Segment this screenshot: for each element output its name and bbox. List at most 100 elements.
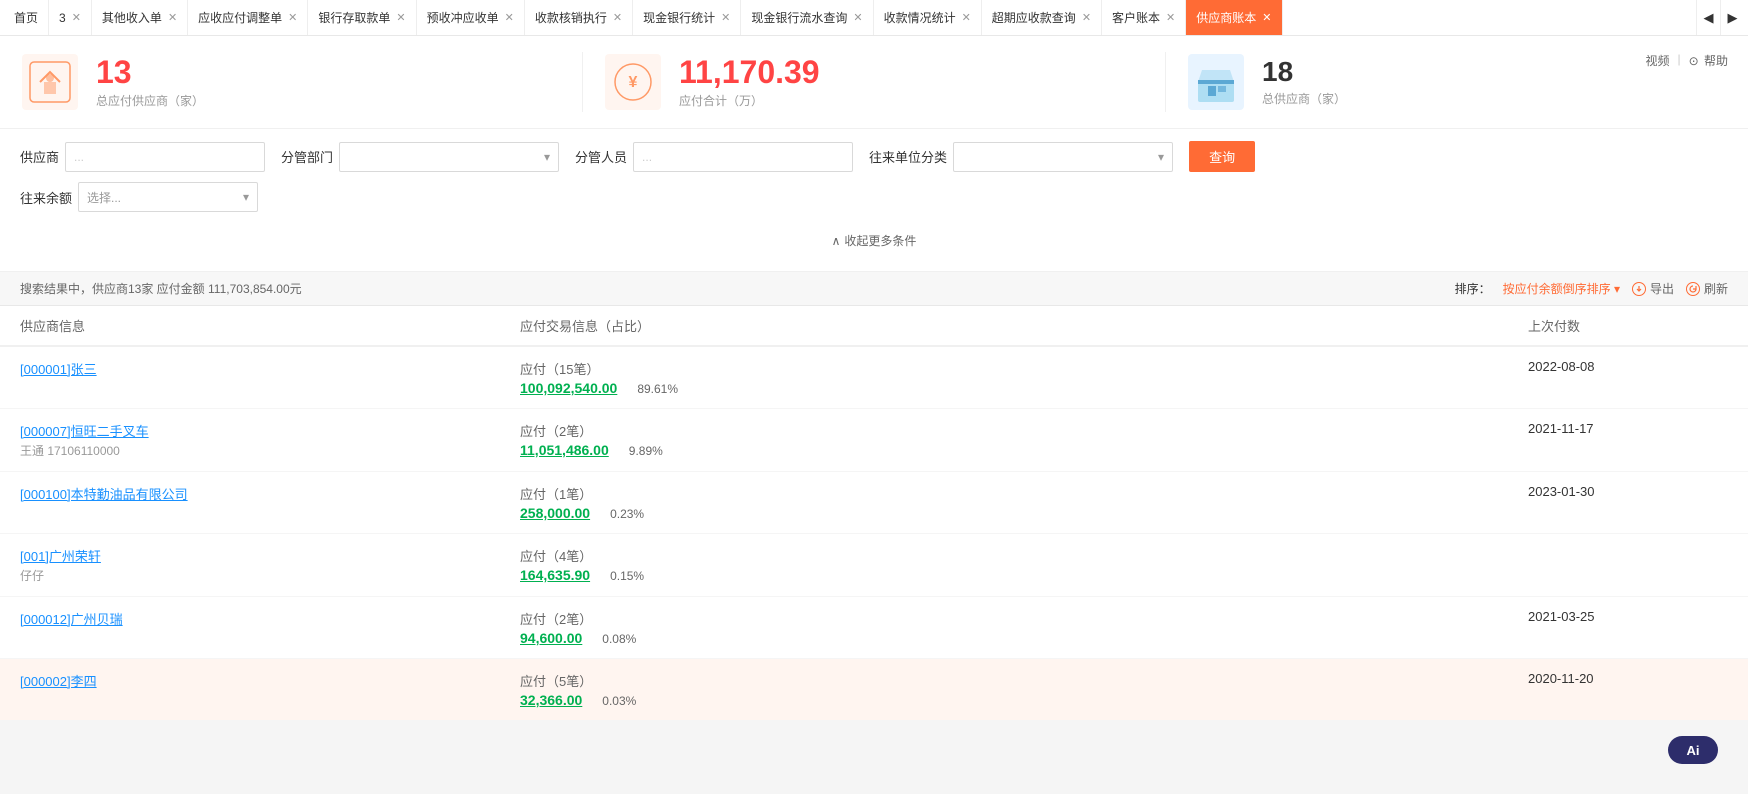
lastpay-cell-1: 2021-11-17: [1528, 421, 1728, 436]
transaction-cell-1: 应付（2笔） 11,051,486.00 9.89%: [520, 421, 1528, 458]
transaction-cell-5: 应付（5笔） 32,366.00 0.03%: [520, 671, 1528, 708]
table-row: [000002]李四 应付（5笔） 32,366.00 0.03% 2020-1…: [0, 659, 1748, 721]
tx-label-5: 应付（5笔）: [520, 671, 1528, 690]
tx-row-1: 11,051,486.00 9.89%: [520, 440, 1528, 458]
nav-tab-other-income[interactable]: 其他收入单 ✕: [92, 0, 188, 36]
payable-amount-value: 11,170.39: [679, 56, 820, 88]
nav-tab-home[interactable]: 首页: [4, 0, 49, 36]
close-tab-3[interactable]: ✕: [72, 11, 81, 24]
category-select[interactable]: ▾: [953, 142, 1173, 172]
nav-tab-supplier-ledger[interactable]: 供应商账本 ✕: [1186, 0, 1282, 36]
help-links: 视频 | ⊙ 帮助: [1645, 52, 1728, 69]
balance-select[interactable]: 选择... ▾: [78, 182, 258, 212]
tx-amount-5[interactable]: 32,366.00: [520, 692, 582, 708]
category-arrow-icon: ▾: [1158, 150, 1164, 164]
dept-label: 分管部门: [281, 147, 333, 166]
tx-percent-2: 0.23%: [610, 507, 644, 521]
transaction-cell-2: 应付（1笔） 258,000.00 0.23%: [520, 484, 1528, 521]
supplier-cell-0: [000001]张三: [20, 359, 520, 378]
stat-payable-suppliers: 13 总应付供应商（家）: [20, 52, 562, 112]
nav-tab-overdue[interactable]: 超期应收款查询 ✕: [982, 0, 1102, 36]
supplier-sub-1: 王通 17106110000: [20, 442, 520, 459]
filter-row-1: 供应商 ... 分管部门 ▾ 分管人员 ... 往来单位分类 ▾: [20, 141, 1728, 172]
nav-tab-bank[interactable]: 银行存取款单 ✕: [308, 0, 416, 36]
nav-tab-pre-recv[interactable]: 预收冲应收单 ✕: [417, 0, 525, 36]
data-table: 供应商信息 应付交易信息（占比） 上次付数 [000001]张三 应付（15笔）…: [0, 306, 1748, 721]
ai-badge[interactable]: Ai: [1668, 736, 1718, 764]
supplier-input[interactable]: ...: [65, 142, 265, 172]
close-tab-cash-flow[interactable]: ✕: [853, 11, 862, 24]
tx-row-0: 100,092,540.00 89.61%: [520, 378, 1528, 396]
tx-percent-3: 0.15%: [610, 569, 644, 583]
category-filter: 往来单位分类 ▾: [869, 142, 1173, 172]
lastpay-date-4: 2021-03-25: [1528, 609, 1595, 624]
supplier-link-5[interactable]: [000002]李四: [20, 671, 520, 690]
supplier-link-3[interactable]: [001]广州荣轩: [20, 546, 520, 565]
result-summary: 搜索结果中，供应商13家 应付金额 111,703,854.00元: [20, 280, 302, 297]
close-tab-recv-stat[interactable]: ✕: [962, 11, 971, 24]
header-supplier: 供应商信息: [20, 316, 520, 335]
close-tab-ar-ap[interactable]: ✕: [288, 11, 297, 24]
category-label: 往来单位分类: [869, 147, 947, 166]
nav-tab-cash-flow[interactable]: 现金银行流水查询 ✕: [741, 0, 873, 36]
lastpay-date-0: 2022-08-08: [1528, 359, 1595, 374]
close-tab-recv-verify[interactable]: ✕: [613, 11, 622, 24]
top-navigation: 首页 3 ✕ 其他收入单 ✕ 应收应付调整单 ✕ 银行存取款单 ✕ 预收冲应收单…: [0, 0, 1748, 36]
payable-suppliers-info: 13 总应付供应商（家）: [96, 56, 204, 109]
refresh-button[interactable]: 刷新: [1686, 280, 1728, 297]
nav-prev-arrow[interactable]: ◀: [1696, 0, 1720, 36]
close-tab-cash-stat[interactable]: ✕: [721, 11, 730, 24]
supplier-link-2[interactable]: [000100]本特勤油品有限公司: [20, 484, 520, 503]
video-link[interactable]: 视频: [1645, 52, 1669, 69]
close-tab-pre-recv[interactable]: ✕: [505, 11, 514, 24]
close-tab-bank[interactable]: ✕: [396, 11, 405, 24]
nav-arrows: ◀ ▶: [1696, 0, 1744, 36]
dept-filter: 分管部门 ▾: [281, 142, 559, 172]
tx-amount-4[interactable]: 94,600.00: [520, 630, 582, 646]
balance-label: 往来余额: [20, 188, 72, 207]
query-button[interactable]: 查询: [1189, 141, 1255, 172]
supplier-link-0[interactable]: [000001]张三: [20, 359, 520, 378]
tx-amount-0[interactable]: 100,092,540.00: [520, 380, 617, 396]
stat-divider-1: [582, 52, 583, 112]
supplier-link-1[interactable]: [000007]恒旺二手叉车: [20, 421, 520, 440]
result-bar: 搜索结果中，供应商13家 应付金额 111,703,854.00元 排序： 按应…: [0, 272, 1748, 306]
tx-amount-1[interactable]: 11,051,486.00: [520, 442, 609, 458]
table-row: [000012]广州贝瑞 应付（2笔） 94,600.00 0.08% 2021…: [0, 597, 1748, 659]
tx-row-3: 164,635.90 0.15%: [520, 565, 1528, 583]
tx-amount-2[interactable]: 258,000.00: [520, 505, 590, 521]
tx-amount-3[interactable]: 164,635.90: [520, 567, 590, 583]
table-row: [000100]本特勤油品有限公司 应付（1笔） 258,000.00 0.23…: [0, 472, 1748, 534]
help-sep: |: [1677, 52, 1680, 69]
nav-next-arrow[interactable]: ▶: [1720, 0, 1744, 36]
sort-arrow-icon: ▾: [1614, 282, 1620, 296]
nav-tab-customer-ledger[interactable]: 客户账本 ✕: [1102, 0, 1186, 36]
supplier-cell-5: [000002]李四: [20, 671, 520, 690]
nav-tab-3[interactable]: 3 ✕: [49, 0, 92, 36]
close-tab-other-income[interactable]: ✕: [168, 11, 177, 24]
export-button[interactable]: 导出: [1632, 280, 1674, 297]
person-input[interactable]: ...: [633, 142, 853, 172]
help-link[interactable]: ⊙ 帮助: [1689, 52, 1728, 69]
close-tab-overdue[interactable]: ✕: [1082, 11, 1091, 24]
sort-select[interactable]: 按应付余额倒序排序 ▾: [1503, 280, 1620, 297]
close-tab-supplier-ledger[interactable]: ✕: [1262, 11, 1271, 24]
tx-label-1: 应付（2笔）: [520, 421, 1528, 440]
dept-select[interactable]: ▾: [339, 142, 559, 172]
nav-tab-recv-verify[interactable]: 收款核销执行 ✕: [525, 0, 633, 36]
collapse-button[interactable]: ∧ 收起更多条件: [20, 226, 1728, 255]
tx-row-2: 258,000.00 0.23%: [520, 503, 1528, 521]
payable-amount-icon: ¥: [603, 52, 663, 112]
nav-tab-ar-ap[interactable]: 应收应付调整单 ✕: [188, 0, 308, 36]
nav-tab-cash-stat[interactable]: 现金银行统计 ✕: [633, 0, 741, 36]
tx-percent-5: 0.03%: [602, 694, 636, 708]
payable-amount-info: 11,170.39 应付合计（万）: [679, 56, 820, 109]
transaction-cell-4: 应付（2笔） 94,600.00 0.08%: [520, 609, 1528, 646]
supplier-link-4[interactable]: [000012]广州贝瑞: [20, 609, 520, 628]
sort-prefix: 排序：: [1455, 280, 1491, 297]
lastpay-date-5: 2020-11-20: [1528, 671, 1594, 686]
tx-percent-4: 0.08%: [602, 632, 636, 646]
total-suppliers-info: 18 总供应商（家）: [1262, 58, 1346, 107]
nav-tab-recv-stat[interactable]: 收款情况统计 ✕: [874, 0, 982, 36]
close-tab-customer-ledger[interactable]: ✕: [1166, 11, 1175, 24]
